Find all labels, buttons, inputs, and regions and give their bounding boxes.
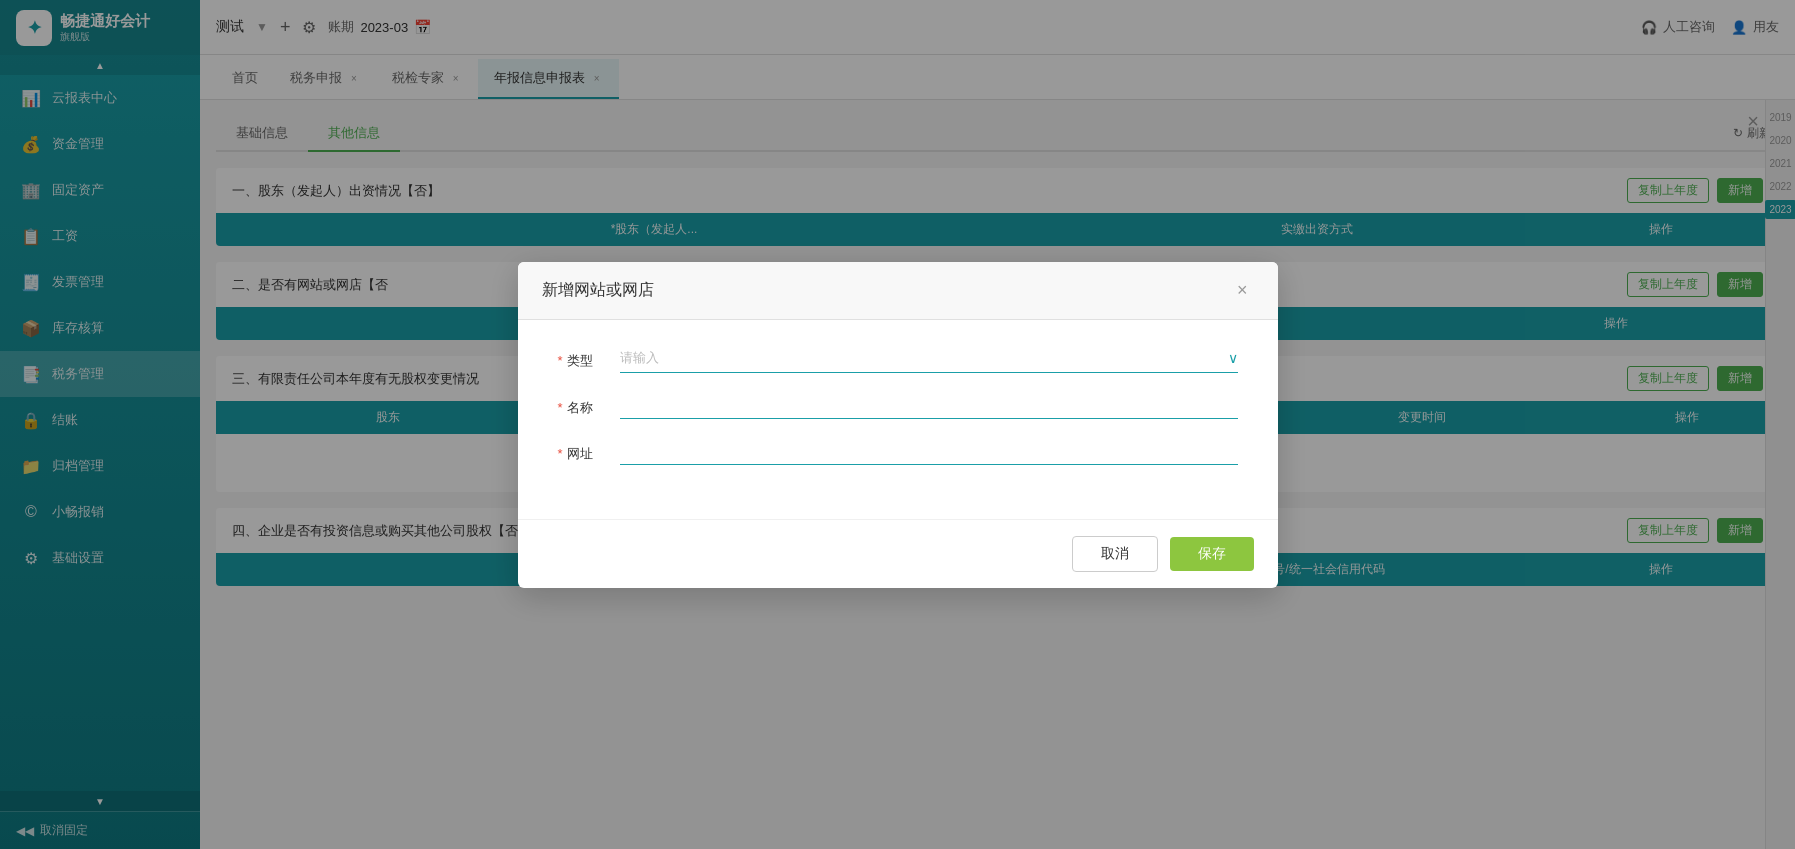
url-input-wrap [620, 443, 1238, 465]
modal-header: 新增网站或网店 × [518, 262, 1278, 320]
modal-footer: 取消 保存 [518, 519, 1278, 588]
form-label-type: *类型 [558, 352, 608, 370]
modal-overlay[interactable]: 新增网站或网店 × *类型 ∨ *名称 [0, 0, 1795, 849]
form-field-url: *网址 [558, 443, 1238, 465]
url-input[interactable] [620, 443, 1238, 458]
cancel-button[interactable]: 取消 [1072, 536, 1158, 572]
form-label-name: *名称 [558, 399, 608, 417]
type-input[interactable] [620, 350, 1220, 365]
form-field-name: *名称 [558, 397, 1238, 419]
modal-body: *类型 ∨ *名称 *网址 [518, 320, 1278, 519]
modal-add-website: 新增网站或网店 × *类型 ∨ *名称 [518, 262, 1278, 588]
type-input-wrap: ∨ [620, 350, 1238, 373]
name-input[interactable] [620, 397, 1238, 412]
form-field-type: *类型 ∨ [558, 350, 1238, 373]
modal-close-button[interactable]: × [1231, 278, 1254, 303]
modal-title: 新增网站或网店 [542, 280, 654, 301]
required-star-url: * [558, 446, 563, 461]
name-input-wrap [620, 397, 1238, 419]
form-label-url: *网址 [558, 445, 608, 463]
dropdown-arrow-icon[interactable]: ∨ [1228, 350, 1238, 366]
save-button[interactable]: 保存 [1170, 537, 1254, 571]
required-star-type: * [558, 353, 563, 368]
required-star-name: * [558, 400, 563, 415]
